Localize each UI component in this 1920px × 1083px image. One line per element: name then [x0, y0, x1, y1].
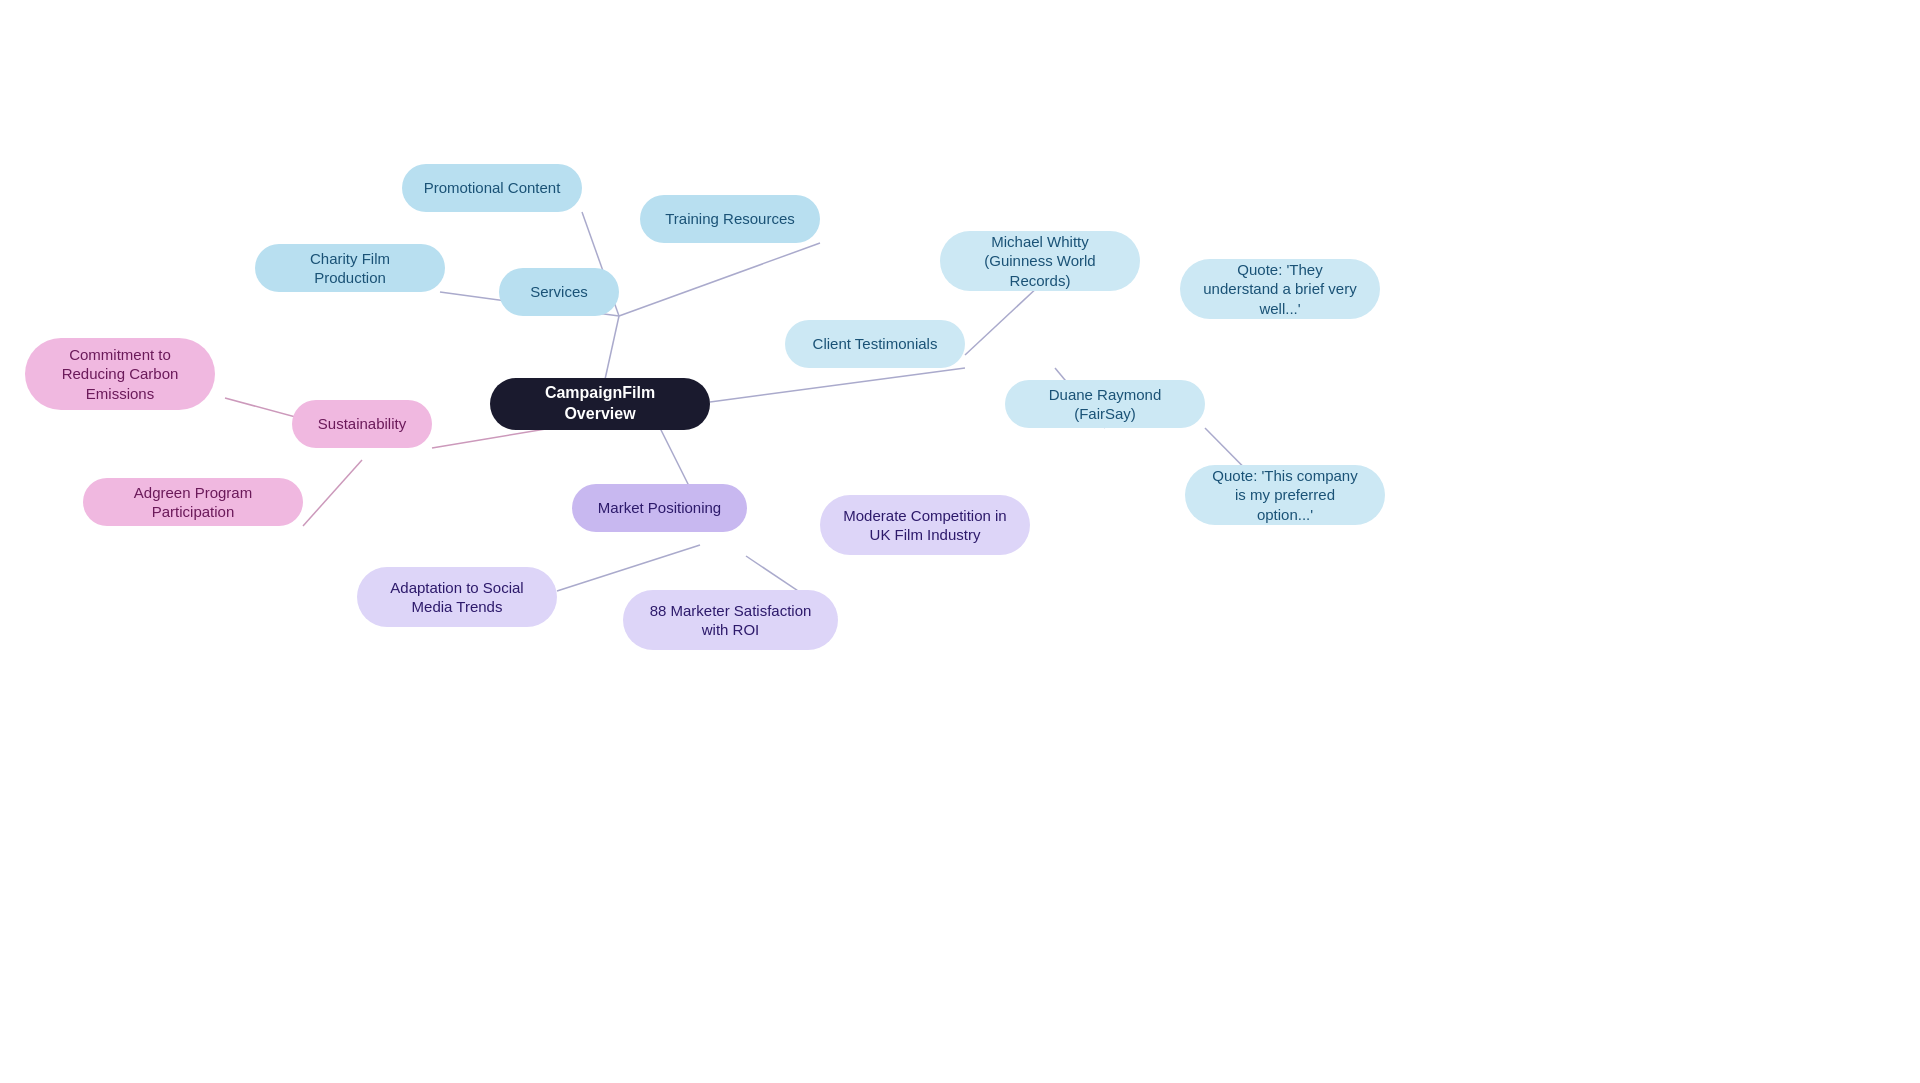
- quote-preferred-node: Quote: 'This company is my preferred opt…: [1185, 465, 1385, 525]
- center-node: CampaignFilm Overview: [490, 378, 710, 430]
- commitment-carbon-node: Commitment to Reducing Carbon Emissions: [25, 338, 215, 410]
- charity-film-node: Charity Film Production: [255, 244, 445, 292]
- svg-line-4: [710, 368, 965, 402]
- svg-line-3: [619, 243, 820, 316]
- marketer-satisfaction-node: 88 Marketer Satisfaction with ROI: [623, 590, 838, 650]
- market-positioning-node: Market Positioning: [572, 484, 747, 532]
- duane-raymond-node: Duane Raymond (FairSay): [1005, 380, 1205, 428]
- client-testimonials-node: Client Testimonials: [785, 320, 965, 368]
- adaptation-social-node: Adaptation to Social Media Trends: [357, 567, 557, 627]
- michael-whitty-node: Michael Whitty (Guinness World Records): [940, 231, 1140, 291]
- services-node: Services: [499, 268, 619, 316]
- moderate-competition-node: Moderate Competition in UK Film Industry: [820, 495, 1030, 555]
- adgreen-node: Adgreen Program Participation: [83, 478, 303, 526]
- training-resources-node: Training Resources: [640, 195, 820, 243]
- promotional-content-node: Promotional Content: [402, 164, 582, 212]
- svg-line-5: [965, 285, 1040, 355]
- quote-understand-node: Quote: 'They understand a brief very wel…: [1180, 259, 1380, 319]
- svg-line-11: [303, 460, 362, 526]
- svg-line-14: [557, 545, 700, 591]
- sustainability-node: Sustainability: [292, 400, 432, 448]
